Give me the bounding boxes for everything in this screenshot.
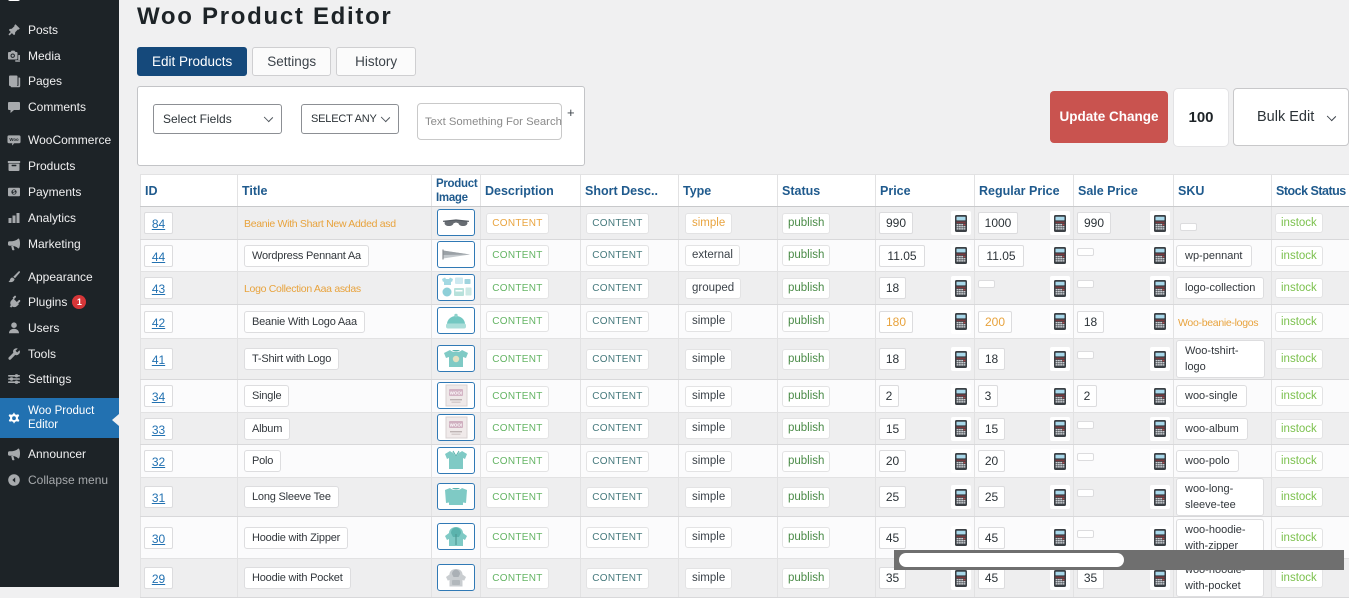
svg-text:WOO!: WOO! <box>450 390 463 395</box>
svg-text:WOO!: WOO! <box>450 423 463 428</box>
svg-text:$: $ <box>12 190 15 196</box>
svg-text:Woo: Woo <box>9 137 19 142</box>
